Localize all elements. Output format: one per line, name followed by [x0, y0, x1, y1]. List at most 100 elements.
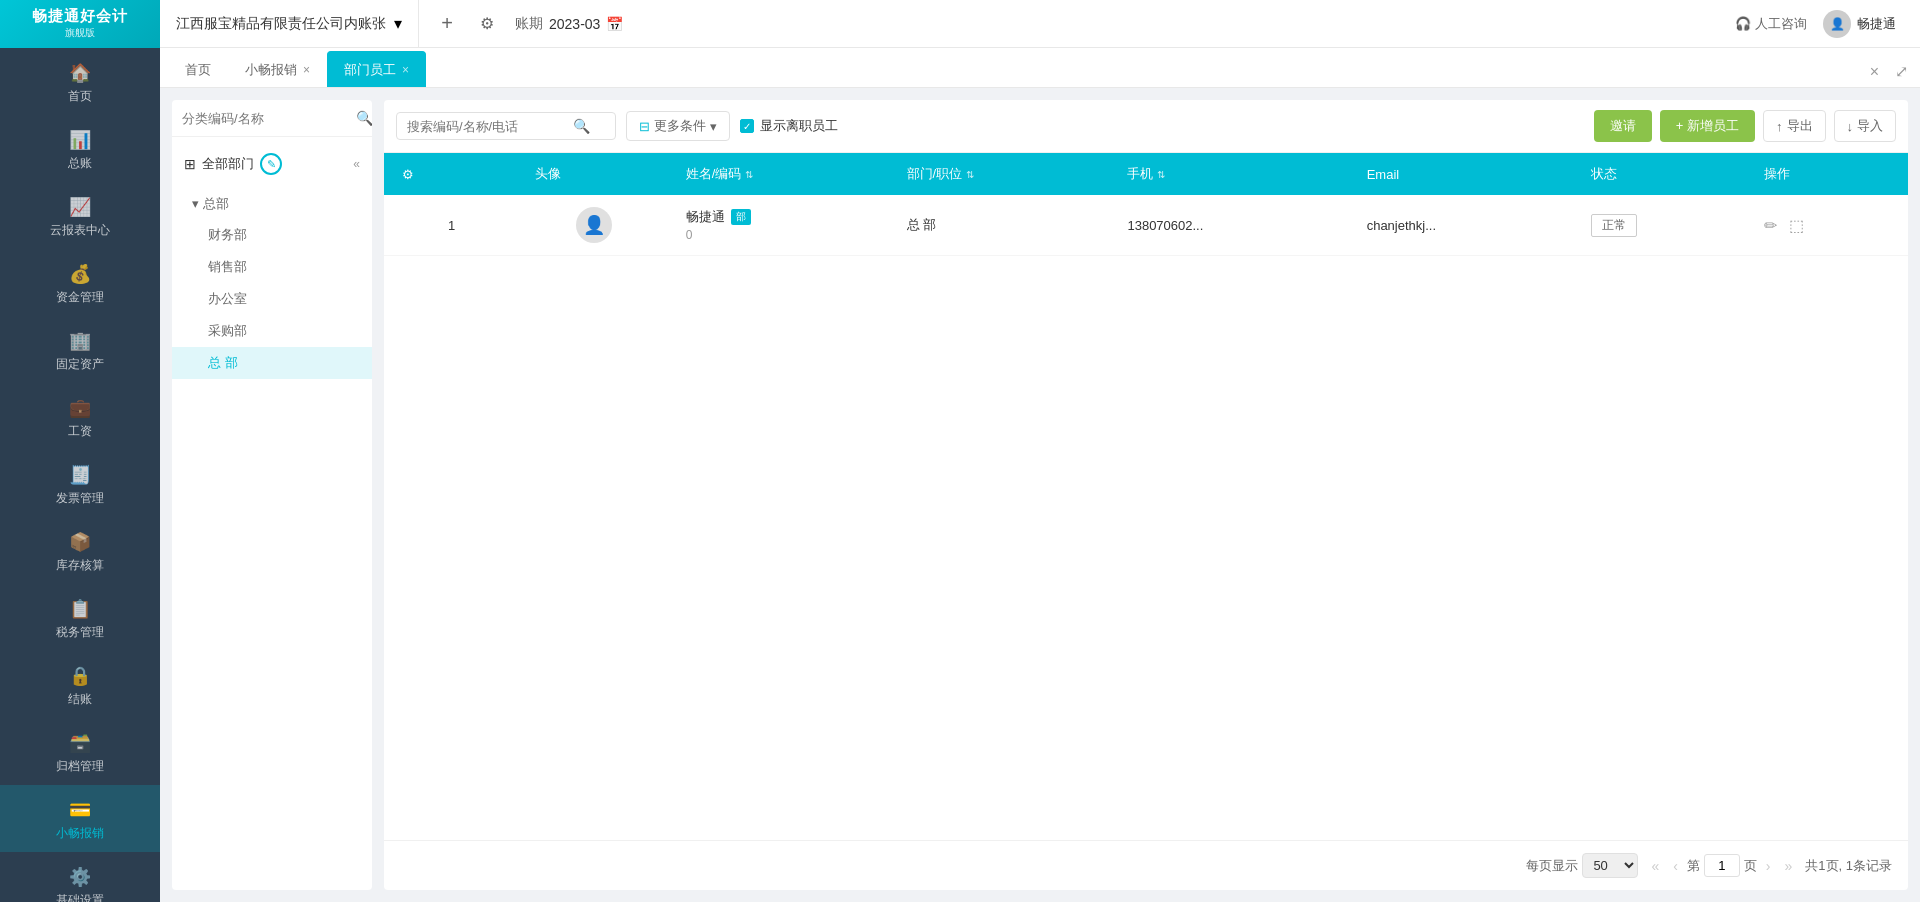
sidebar-item-ledger[interactable]: 📊 总账	[0, 115, 160, 182]
show-inactive-label: 显示离职员工	[760, 117, 838, 135]
column-name[interactable]: 姓名/编码 ⇅	[670, 153, 891, 195]
sidebar-item-reports[interactable]: 📈 云报表中心	[0, 182, 160, 249]
dept-item-general[interactable]: 总 部	[172, 347, 372, 379]
dept-search-icon[interactable]: 🔍	[356, 110, 372, 126]
sidebar-item-inventory[interactable]: 📦 库存核算	[0, 517, 160, 584]
calendar-icon[interactable]: 📅	[606, 16, 623, 32]
add-employee-button[interactable]: + 新增员工	[1660, 110, 1755, 142]
sidebar-label-invoice: 发票管理	[56, 490, 104, 507]
edit-button[interactable]: ✏	[1764, 216, 1777, 235]
employee-search-box[interactable]: 🔍	[396, 112, 616, 140]
column-gear[interactable]: ⚙	[384, 153, 432, 195]
dept-item-sales[interactable]: 销售部	[172, 251, 372, 283]
dept-search-area: 🔍	[172, 100, 372, 137]
invite-button[interactable]: 邀请	[1594, 110, 1652, 142]
add-account-button[interactable]: +	[435, 12, 459, 36]
dept-edit-badge[interactable]: ✎	[260, 153, 282, 175]
employee-toolbar: 🔍 ⊟ 更多条件 ▾ ✓ 显示离职员工 邀请	[384, 100, 1908, 153]
tab-home[interactable]: 首页	[168, 51, 228, 87]
row-phone: 138070602...	[1111, 195, 1350, 256]
tab-expense-label: 小畅报销	[245, 61, 297, 79]
sidebar-item-funds[interactable]: 💰 资金管理	[0, 249, 160, 316]
employees-data-table: ⚙ 头像 姓名/编码 ⇅	[384, 153, 1908, 256]
sidebar-label-archive: 归档管理	[56, 758, 104, 775]
tab-minimize-button[interactable]: ×	[1866, 61, 1883, 83]
prev-page-button[interactable]: ‹	[1668, 855, 1683, 877]
employee-search-icon[interactable]: 🔍	[573, 118, 590, 134]
user-area[interactable]: 👤 畅捷通	[1823, 10, 1896, 38]
export-button[interactable]: ↑ 导出	[1763, 110, 1826, 142]
tabs-right-actions: × ⤢	[1866, 60, 1912, 87]
logo-area: 畅捷通好会计 旗舰版	[0, 0, 160, 48]
first-page-button[interactable]: «	[1646, 855, 1664, 877]
tabs-bar: 首页 小畅报销 × 部门员工 × × ⤢	[160, 48, 1920, 88]
page-size-select[interactable]: 50 100 200	[1582, 853, 1638, 878]
show-inactive-area: ✓ 显示离职员工	[740, 117, 838, 135]
dept-collapse-icon[interactable]: «	[353, 157, 360, 171]
dept-group-root[interactable]: ▾ 总部	[172, 189, 372, 219]
archive-icon: 🗃️	[69, 732, 91, 754]
header-settings-button[interactable]: ⚙	[475, 12, 499, 36]
row-name: 畅捷通 部 0	[670, 195, 891, 256]
page-label: 第	[1687, 857, 1700, 875]
support-button[interactable]: 🎧 人工咨询	[1735, 15, 1807, 33]
page-suffix: 页	[1744, 857, 1757, 875]
sidebar-item-expense[interactable]: 💳 小畅报销	[0, 785, 160, 852]
sidebar-label-ledger: 总账	[68, 155, 92, 172]
all-dept-item[interactable]: ⊞ 全部部门 ✎ «	[172, 145, 372, 183]
phone-sort-icon: ⇅	[1157, 169, 1165, 180]
name-sort-icon: ⇅	[745, 169, 753, 180]
filter-label: 更多条件	[654, 117, 706, 135]
reports-icon: 📈	[69, 196, 91, 218]
invoice-icon: 🧾	[69, 464, 91, 486]
export-label: 导出	[1787, 117, 1813, 135]
column-phone[interactable]: 手机 ⇅	[1111, 153, 1350, 195]
sidebar-label-reports: 云报表中心	[50, 222, 110, 239]
employee-name: 畅捷通	[686, 208, 725, 226]
sidebar-label-fixed-assets: 固定资产	[56, 356, 104, 373]
dept-item-finance[interactable]: 财务部	[172, 219, 372, 251]
sidebar-item-fixed-assets[interactable]: 🏢 固定资产	[0, 316, 160, 383]
dept-item-office[interactable]: 办公室	[172, 283, 372, 315]
sidebar-item-settings[interactable]: ⚙️ 基础设置	[0, 852, 160, 902]
table-header-row: ⚙ 头像 姓名/编码 ⇅	[384, 153, 1908, 195]
row-dept: 总 部	[891, 195, 1112, 256]
sidebar-label-tax: 税务管理	[56, 624, 104, 641]
sidebar-label-expense: 小畅报销	[56, 825, 104, 842]
dept-item-purchase[interactable]: 采购部	[172, 315, 372, 347]
sidebar-item-home[interactable]: 🏠 首页	[0, 48, 160, 115]
sidebar-item-close[interactable]: 🔒 结账	[0, 651, 160, 718]
expense-icon: 💳	[69, 799, 91, 821]
page-input[interactable]	[1704, 854, 1740, 877]
show-inactive-checkbox[interactable]: ✓	[740, 119, 754, 133]
sidebar: 🏠 首页 📊 总账 📈 云报表中心 💰 资金管理 🏢 固定资产 💼 工资 🧾 发…	[0, 48, 160, 902]
column-dept[interactable]: 部门/职位 ⇅	[891, 153, 1112, 195]
header-actions: + ⚙ 账期 2023-03 📅	[419, 12, 639, 36]
logo-subtitle: 旗舰版	[65, 26, 95, 40]
last-page-button[interactable]: »	[1780, 855, 1798, 877]
tab-expense[interactable]: 小畅报销 ×	[228, 51, 327, 87]
next-page-button[interactable]: ›	[1761, 855, 1776, 877]
tab-maximize-button[interactable]: ⤢	[1891, 60, 1912, 83]
sidebar-item-tax[interactable]: 📋 税务管理	[0, 584, 160, 651]
home-icon: 🏠	[69, 62, 91, 84]
sidebar-item-archive[interactable]: 🗃️ 归档管理	[0, 718, 160, 785]
main-layout: 🏠 首页 📊 总账 📈 云报表中心 💰 资金管理 🏢 固定资产 💼 工资 🧾 发…	[0, 48, 1920, 902]
tab-expense-close[interactable]: ×	[303, 63, 310, 77]
logout-button[interactable]: ⬚	[1789, 216, 1804, 235]
filter-button[interactable]: ⊟ 更多条件 ▾	[626, 111, 730, 141]
sidebar-item-invoice[interactable]: 🧾 发票管理	[0, 450, 160, 517]
employee-search-input[interactable]	[407, 119, 567, 134]
column-index	[432, 153, 519, 195]
sidebar-item-salary[interactable]: 💼 工资	[0, 383, 160, 450]
row-index: 1	[432, 195, 519, 256]
table-row: 1 👤 畅捷通 部 0 总 部 138070602...	[384, 195, 1908, 256]
dept-search-input[interactable]	[182, 111, 350, 126]
settings-icon: ⚙️	[69, 866, 91, 888]
company-selector[interactable]: 江西服宝精品有限责任公司内账张 ▾	[160, 0, 419, 47]
import-button[interactable]: ↓ 导入	[1834, 110, 1897, 142]
tab-department-close[interactable]: ×	[402, 63, 409, 77]
tab-home-label: 首页	[185, 61, 211, 79]
tab-department[interactable]: 部门员工 ×	[327, 51, 426, 87]
column-email: Email	[1351, 153, 1576, 195]
